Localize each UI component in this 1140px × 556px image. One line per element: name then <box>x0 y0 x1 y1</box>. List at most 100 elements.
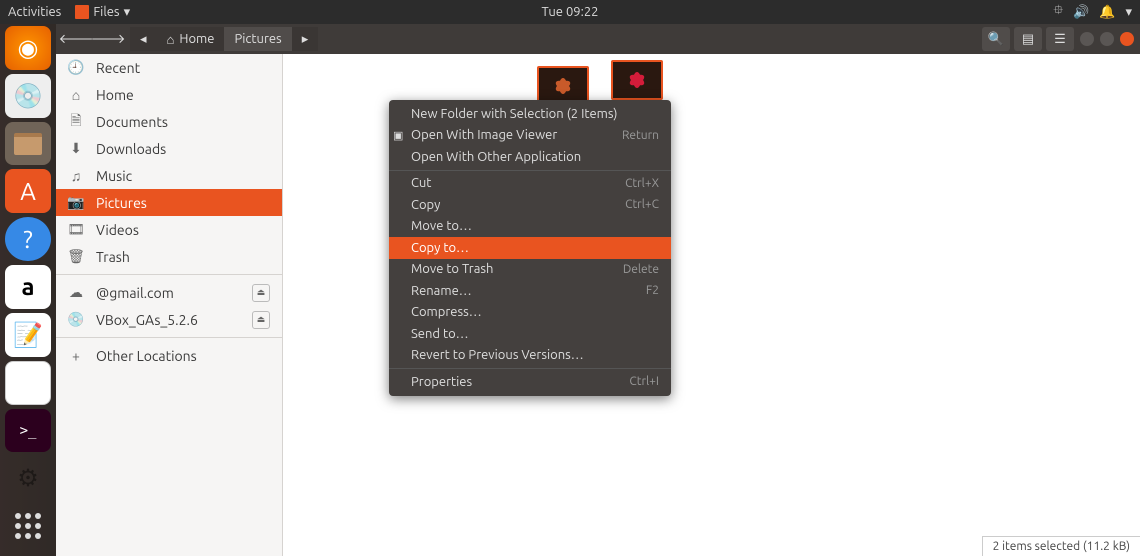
clock[interactable]: Tue 09:22 <box>542 5 599 19</box>
menu-item-open-with-image-viewer[interactable]: ▣ Open With Image Viewer Return <box>389 125 671 147</box>
sidebar-item-label: Recent <box>96 60 140 76</box>
menu-shortcut: Return <box>622 129 659 142</box>
launcher-terminal[interactable]: >_ <box>5 409 51 453</box>
launcher-files[interactable] <box>5 122 51 166</box>
plus-icon: + <box>68 348 84 364</box>
menu-item-label: New Folder with Selection (2 Items) <box>411 107 617 121</box>
menu-item-copy-to[interactable]: Copy to… <box>389 237 671 259</box>
back-button[interactable]: 🡐 <box>62 27 90 51</box>
menu-item-label: Copy <box>411 198 440 212</box>
volume-icon[interactable]: 🔊 <box>1073 5 1089 20</box>
menu-shortcut: Ctrl+X <box>625 177 659 190</box>
launcher-libreoffice[interactable] <box>5 361 51 405</box>
sidebar-item-label: Documents <box>96 114 168 130</box>
launcher-settings[interactable]: ⚙ <box>5 456 51 500</box>
menu-item-compress[interactable]: Compress… <box>389 302 671 324</box>
sidebar: 🕘Recent ⌂ Home 🗎 Documents ⬇Downloads♫Music 📷 P… <box>56 54 283 556</box>
view-list-button[interactable]: ▤ <box>1014 27 1042 51</box>
sidebar-item-label: Other Locations <box>96 348 197 364</box>
sidebar-other-locations[interactable]: + Other Locations <box>56 342 282 369</box>
search-button[interactable]: 🔍 <box>982 27 1010 51</box>
minimize-button[interactable] <box>1080 32 1094 46</box>
close-button[interactable] <box>1120 32 1134 46</box>
launcher-apps[interactable] <box>5 504 51 548</box>
files-icon <box>75 5 89 19</box>
camera-icon: 📷 <box>68 195 84 211</box>
sidebar-item-label: Trash <box>96 249 130 265</box>
eject-button[interactable]: ⏏ <box>252 284 270 302</box>
notification-icon[interactable]: 🔔 <box>1099 5 1115 20</box>
menu-item-label: Move to Trash <box>411 262 493 276</box>
top-panel: Activities Files ▾ Tue 09:22 ⯐ 🔊 🔔 ▾ <box>0 0 1140 24</box>
launcher-software[interactable]: A <box>5 169 51 213</box>
menu-item-label: Copy to… <box>411 241 469 255</box>
menu-item-label: Properties <box>411 375 472 389</box>
menu-item-label: Open With Image Viewer <box>411 128 557 142</box>
menu-item-send-to[interactable]: Send to… <box>389 323 671 345</box>
menu-item-move-to-trash[interactable]: Move to Trash Delete <box>389 259 671 281</box>
menu-item-copy[interactable]: CopyCtrl+C <box>389 194 671 216</box>
doc-icon: 🗎 <box>68 114 84 130</box>
sidebar-item-pictures[interactable]: 📷 Pictures <box>56 189 282 216</box>
toolbar: 🡐 🡒 ◂ ⌂ Home Pictures ▸ 🔍 ▤ ☰ <box>56 24 1140 54</box>
files-menu[interactable]: Files ▾ <box>75 5 130 20</box>
forward-button[interactable]: 🡒 <box>94 27 122 51</box>
menu-item-label: Rename… <box>411 284 472 298</box>
menu-shortcut: F2 <box>646 284 659 297</box>
menu-item-properties[interactable]: Properties Ctrl+I <box>389 371 671 393</box>
chevron-down-icon: ▾ <box>124 5 131 20</box>
sidebar-item-label: Music <box>96 168 132 184</box>
power-icon[interactable]: ▾ <box>1125 5 1132 20</box>
menu-item-label: Open With Other Application <box>411 150 581 164</box>
sidebar-item-recent[interactable]: 🕘Recent <box>56 54 282 81</box>
sidebar-item-label: VBox_GAs_5.2.6 <box>96 312 198 328</box>
sidebar-item-label: Videos <box>96 222 139 238</box>
menu-item-label: Revert to Previous Versions… <box>411 348 584 362</box>
launcher-firefox[interactable]: ◉ <box>5 26 51 70</box>
activities-button[interactable]: Activities <box>8 5 61 19</box>
path-chevron-right[interactable]: ▸ <box>292 27 319 51</box>
sidebar-item-documents[interactable]: 🗎 Documents <box>56 108 282 135</box>
menu-shortcut: Ctrl+I <box>629 375 659 388</box>
sidebar-drive[interactable]: ☁@gmail.com⏏ <box>56 279 282 306</box>
thumbnail-image <box>611 60 663 100</box>
menu-item-move-to[interactable]: Move to… <box>389 216 671 238</box>
network-icon[interactable]: ⯐ <box>1053 1 1063 23</box>
menu-item-label: Send to… <box>411 327 469 341</box>
app-icon: ▣ <box>393 129 407 142</box>
menu-item-label: Move to… <box>411 219 472 233</box>
status-bar: 2 items selected (11.2 kB) <box>982 536 1140 556</box>
path-pictures[interactable]: Pictures <box>224 27 291 51</box>
launcher-amazon[interactable]: a <box>5 265 51 309</box>
menu-shortcut: Delete <box>623 263 659 276</box>
home-icon: ⌂ <box>167 32 175 47</box>
maximize-button[interactable] <box>1100 32 1114 46</box>
launcher-notes[interactable]: 📝 <box>5 313 51 357</box>
file-thumbnail[interactable] <box>607 60 667 100</box>
menu-item-rename[interactable]: Rename… F2 <box>389 280 671 302</box>
sidebar-item-downloads[interactable]: ⬇Downloads <box>56 135 282 162</box>
menu-item-cut[interactable]: Cut Ctrl+X <box>389 173 671 195</box>
menu-item-revert-to-previous-versions[interactable]: Revert to Previous Versions… <box>389 345 671 367</box>
context-menu: New Folder with Selection (2 Items) ▣ Open… <box>389 100 671 396</box>
menu-item-new-folder-with-selection-items[interactable]: New Folder with Selection (2 Items) <box>389 103 671 125</box>
sidebar-drive[interactable]: 💿VBox_GAs_5.2.6⏏ <box>56 306 282 333</box>
sidebar-item-home[interactable]: ⌂ Home <box>56 81 282 108</box>
launcher-help[interactable]: ? <box>5 217 51 261</box>
sidebar-item-videos[interactable]: 🎞Videos <box>56 216 282 243</box>
sidebar-item-label: Home <box>96 87 134 103</box>
sidebar-item-label: @gmail.com <box>96 285 174 301</box>
eject-button[interactable]: ⏏ <box>252 311 270 329</box>
menu-button[interactable]: ☰ <box>1046 27 1074 51</box>
path-home[interactable]: ⌂ Home <box>157 27 225 51</box>
sidebar-item-music[interactable]: ♫Music <box>56 162 282 189</box>
path-chevron[interactable]: ◂ <box>130 27 157 51</box>
sidebar-item-label: Pictures <box>96 195 147 211</box>
sidebar-item-trash[interactable]: 🗑 Trash <box>56 243 282 270</box>
trash-icon: 🗑 <box>68 249 84 265</box>
menu-item-label: Cut <box>411 176 431 190</box>
sidebar-item-label: Downloads <box>96 141 166 157</box>
home-icon: ⌂ <box>68 87 84 103</box>
menu-item-open-with-other-application[interactable]: Open With Other Application <box>389 146 671 168</box>
launcher-rhythmbox[interactable]: 💿 <box>5 74 51 118</box>
